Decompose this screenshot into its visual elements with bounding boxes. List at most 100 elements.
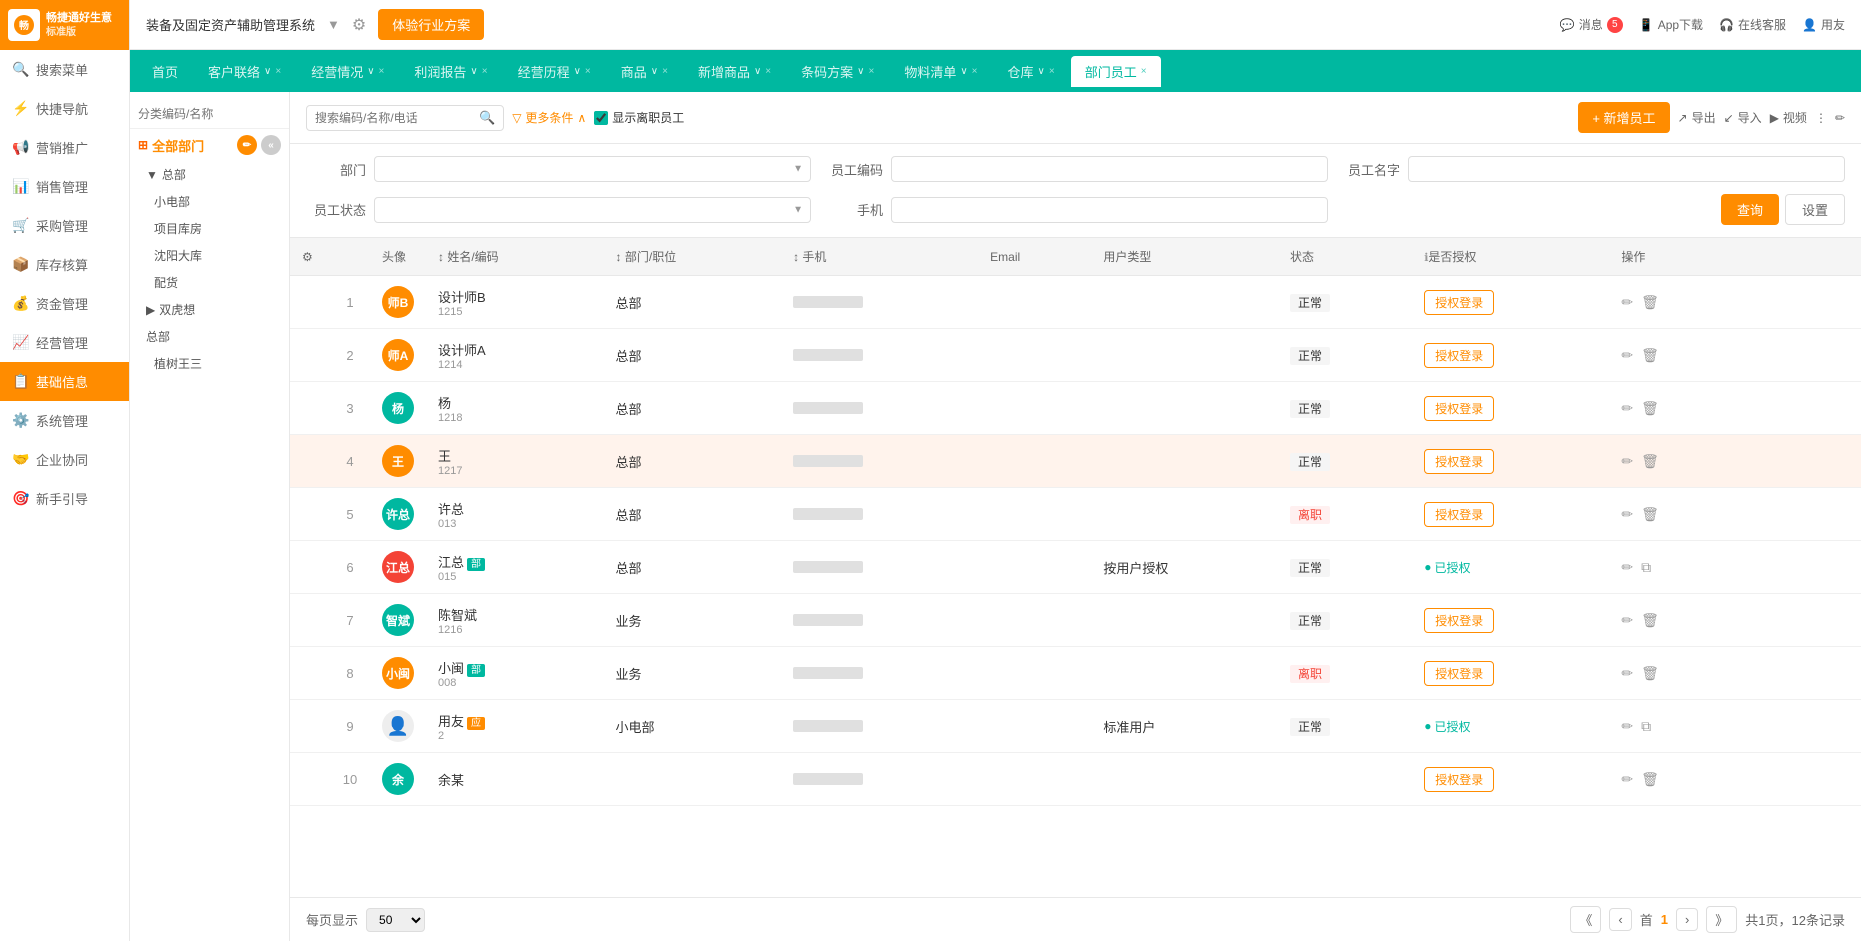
tab-bom[interactable]: 物料清单 ∨ × bbox=[890, 56, 991, 87]
tree-node-plant-king[interactable]: 植树王三 bbox=[130, 350, 289, 377]
col-name[interactable]: ↕ 姓名/编码 bbox=[426, 238, 604, 276]
edit-btn[interactable]: ✏ bbox=[1621, 665, 1633, 682]
col-phone[interactable]: ↕ 手机 bbox=[781, 238, 978, 276]
tree-node-hq2[interactable]: 总部 bbox=[130, 323, 289, 350]
sidebar-item-marketing[interactable]: 📢 营销推广 bbox=[0, 128, 129, 167]
tab-profit[interactable]: 利润报告 ∨ × bbox=[400, 56, 501, 87]
edit-btn[interactable]: ✏ bbox=[1621, 718, 1633, 735]
export-btn[interactable]: ↗ 导出 bbox=[1678, 109, 1716, 126]
col-dept[interactable]: ↕ 部门/职位 bbox=[604, 238, 782, 276]
dropdown-arrow[interactable]: ▼ bbox=[327, 17, 340, 32]
tree-node-shuanghu[interactable]: ▶ 双虎想 bbox=[130, 296, 289, 323]
edit-action-btn[interactable]: ✏ bbox=[1835, 111, 1845, 125]
tab-close[interactable]: × bbox=[765, 66, 771, 77]
sidebar-item-system[interactable]: ⚙️ 系统管理 bbox=[0, 401, 129, 440]
delete-btn[interactable]: 🗑 bbox=[1641, 400, 1659, 417]
delete-btn[interactable]: 🗑 bbox=[1641, 612, 1659, 629]
next-page-btn[interactable]: › bbox=[1676, 908, 1698, 931]
tree-node-small-elec[interactable]: 小电部 bbox=[130, 188, 289, 215]
tab-close[interactable]: × bbox=[662, 66, 668, 77]
delete-btn[interactable]: 🗑 bbox=[1641, 347, 1659, 364]
search-input[interactable] bbox=[315, 111, 475, 125]
auth-login-btn[interactable]: 授权登录 bbox=[1424, 290, 1494, 315]
resigned-checkbox-input[interactable] bbox=[594, 111, 608, 125]
query-btn[interactable]: 查询 bbox=[1721, 194, 1779, 225]
col-setting[interactable]: ⚙ bbox=[290, 238, 330, 276]
auth-login-btn[interactable]: 授权登录 bbox=[1424, 502, 1494, 527]
sidebar-item-search[interactable]: 🔍 搜索菜单 bbox=[0, 50, 129, 89]
auth-login-btn[interactable]: 授权登录 bbox=[1424, 449, 1494, 474]
reset-btn[interactable]: 设置 bbox=[1785, 194, 1845, 225]
sidebar-item-inventory[interactable]: 📦 库存核算 bbox=[0, 245, 129, 284]
phone-input[interactable] bbox=[891, 197, 1328, 223]
delete-btn[interactable]: 🗑 bbox=[1641, 506, 1659, 523]
copy-btn[interactable]: ⧉ bbox=[1641, 559, 1651, 576]
delete-btn[interactable]: 🗑 bbox=[1641, 771, 1659, 788]
sidebar-item-purchase[interactable]: 🛒 采购管理 bbox=[0, 206, 129, 245]
auth-login-btn[interactable]: 授权登录 bbox=[1424, 767, 1494, 792]
tab-close[interactable]: × bbox=[275, 66, 281, 77]
tree-search-input[interactable] bbox=[138, 107, 293, 121]
tab-close[interactable]: × bbox=[482, 66, 488, 77]
edit-btn[interactable]: ✏ bbox=[1621, 559, 1633, 576]
filter-more-btn[interactable]: ▽ 更多条件 ∧ bbox=[512, 109, 586, 126]
edit-btn[interactable]: ✏ bbox=[1621, 612, 1633, 629]
tab-history[interactable]: 经营历程 ∨ × bbox=[504, 56, 605, 87]
tab-department[interactable]: 部门员工 × bbox=[1071, 56, 1161, 87]
sidebar-item-finance[interactable]: 💰 资金管理 bbox=[0, 284, 129, 323]
tree-add-btn[interactable]: ✏ bbox=[237, 135, 257, 155]
tree-node-shenyang[interactable]: 沈阳大库 bbox=[130, 242, 289, 269]
tree-collapse-btn[interactable]: « bbox=[261, 135, 281, 155]
add-employee-btn[interactable]: + 新增员工 bbox=[1578, 102, 1669, 133]
edit-btn[interactable]: ✏ bbox=[1621, 771, 1633, 788]
sidebar-item-quick-nav[interactable]: ⚡ 快捷导航 bbox=[0, 89, 129, 128]
tab-customer[interactable]: 客户联络 ∨ × bbox=[194, 56, 295, 87]
name-input[interactable] bbox=[1408, 156, 1845, 182]
edit-btn[interactable]: ✏ bbox=[1621, 453, 1633, 470]
delete-btn[interactable]: 🗑 bbox=[1641, 294, 1659, 311]
status-select[interactable] bbox=[374, 197, 811, 223]
sidebar-item-collaboration[interactable]: 🤝 企业协同 bbox=[0, 440, 129, 479]
tab-goods[interactable]: 商品 ∨ × bbox=[607, 56, 682, 87]
tab-close[interactable]: × bbox=[1049, 66, 1055, 77]
dept-select[interactable] bbox=[374, 156, 811, 182]
tab-close[interactable]: × bbox=[868, 66, 874, 77]
tree-node-distribution[interactable]: 配货 bbox=[130, 269, 289, 296]
tab-close[interactable]: × bbox=[972, 66, 978, 77]
delete-btn[interactable]: 🗑 bbox=[1641, 665, 1659, 682]
more-action-btn[interactable]: ⋮ bbox=[1815, 111, 1827, 125]
tab-barcode[interactable]: 条码方案 ∨ × bbox=[787, 56, 888, 87]
tab-home[interactable]: 首页 bbox=[138, 56, 192, 87]
edit-btn[interactable]: ✏ bbox=[1621, 294, 1633, 311]
sidebar-item-operations[interactable]: 📈 经营管理 bbox=[0, 323, 129, 362]
auth-login-btn[interactable]: 授权登录 bbox=[1424, 608, 1494, 633]
auth-login-btn[interactable]: 授权登录 bbox=[1424, 396, 1494, 421]
sidebar-item-guide[interactable]: 🎯 新手引导 bbox=[0, 479, 129, 518]
tab-add-goods[interactable]: 新增商品 ∨ × bbox=[684, 56, 785, 87]
code-input[interactable] bbox=[891, 156, 1328, 182]
video-btn[interactable]: ▶ 视频 bbox=[1770, 109, 1807, 126]
sidebar-item-basic-info[interactable]: 📋 基础信息 bbox=[0, 362, 129, 401]
tree-node-project-warehouse[interactable]: 项目库房 bbox=[130, 215, 289, 242]
last-page-btn[interactable]: 》 bbox=[1706, 906, 1737, 933]
tab-close[interactable]: × bbox=[1141, 66, 1147, 77]
trial-btn[interactable]: 体验行业方案 bbox=[378, 9, 484, 40]
show-resigned-checkbox[interactable]: 显示离职员工 bbox=[594, 109, 684, 126]
import-btn[interactable]: ↙ 导入 bbox=[1724, 109, 1762, 126]
first-page-btn[interactable]: 《 bbox=[1570, 906, 1601, 933]
tab-close[interactable]: × bbox=[379, 66, 385, 77]
sidebar-item-sales[interactable]: 📊 销售管理 bbox=[0, 167, 129, 206]
customer-service-action[interactable]: 🎧 在线客服 bbox=[1719, 16, 1786, 33]
tab-close[interactable]: × bbox=[585, 66, 591, 77]
prev-page-btn[interactable]: ‹ bbox=[1609, 908, 1631, 931]
tab-operations-status[interactable]: 经营情况 ∨ × bbox=[297, 56, 398, 87]
edit-btn[interactable]: ✏ bbox=[1621, 347, 1633, 364]
delete-btn[interactable]: 🗑 bbox=[1641, 453, 1659, 470]
per-page-select[interactable]: 20 50 100 bbox=[366, 908, 425, 932]
message-action[interactable]: 💬 消息 5 bbox=[1560, 16, 1623, 33]
user-action[interactable]: 👤 用友 bbox=[1802, 16, 1845, 33]
copy-btn[interactable]: ⧉ bbox=[1641, 718, 1651, 735]
edit-btn[interactable]: ✏ bbox=[1621, 506, 1633, 523]
tree-node-headquarters[interactable]: ▼ 总部 bbox=[130, 161, 289, 188]
auth-login-btn[interactable]: 授权登录 bbox=[1424, 661, 1494, 686]
